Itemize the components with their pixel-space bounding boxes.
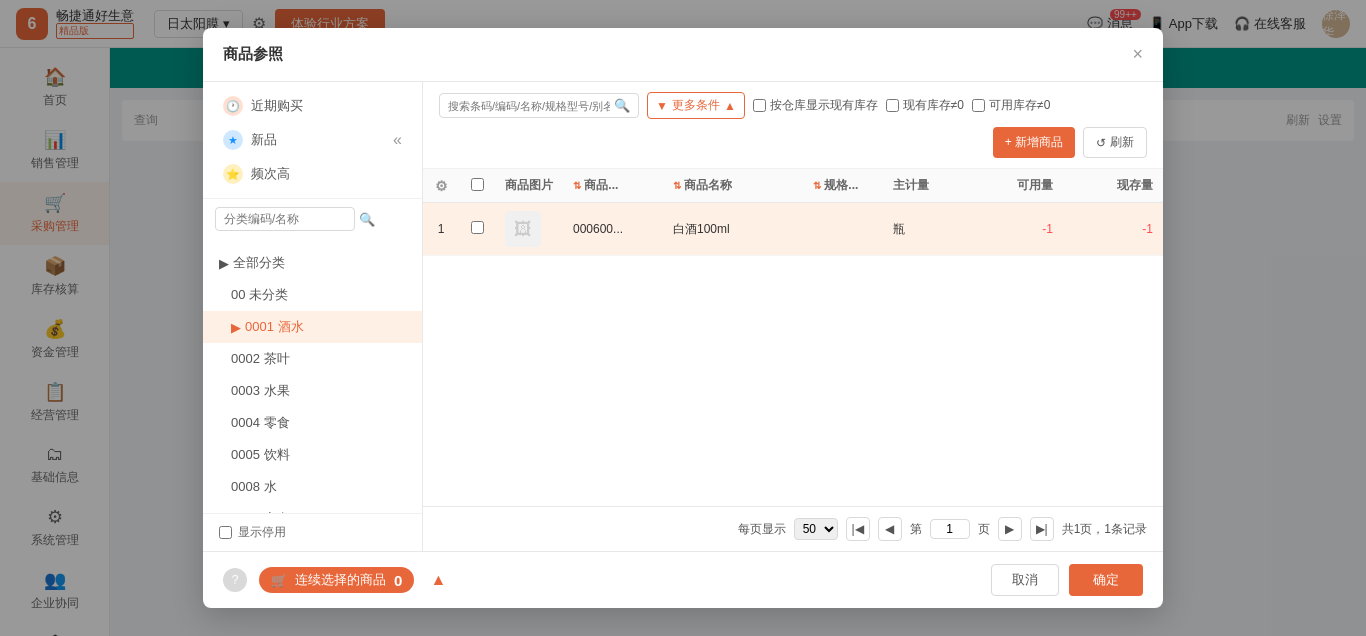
freq-icon: ⭐ bbox=[223, 164, 243, 184]
col-stock[interactable]: 现存量 bbox=[1063, 169, 1163, 203]
col-spec[interactable]: ⇅ 规格... bbox=[803, 169, 883, 203]
row-checkbox[interactable] bbox=[471, 221, 484, 234]
more-filter-button[interactable]: ▼ 更多条件 ▲ bbox=[647, 92, 745, 119]
table-header-row: ⚙ 商品图片 ⇅ 商品... bbox=[423, 169, 1163, 203]
new-icon: ★ bbox=[223, 130, 243, 150]
page-number-input[interactable] bbox=[930, 519, 970, 539]
table-row[interactable]: 1 🖼 000600... bbox=[423, 203, 1163, 256]
add-product-button[interactable]: + 新增商品 bbox=[993, 127, 1075, 158]
filter-icon: ▼ bbox=[656, 99, 668, 113]
col-image[interactable]: 商品图片 bbox=[495, 169, 563, 203]
search-icon[interactable]: 🔍 bbox=[614, 98, 630, 113]
category-all[interactable]: ▶ 全部分类 bbox=[203, 247, 422, 279]
refresh-icon: ↺ bbox=[1096, 136, 1106, 150]
refresh-button[interactable]: ↺ 刷新 bbox=[1083, 127, 1147, 158]
row-name-cell: 白酒100ml bbox=[663, 203, 803, 256]
cart-selection-area[interactable]: 🛒 连续选择的商品 0 bbox=[259, 567, 414, 593]
show-disabled-area: 显示停用 bbox=[203, 513, 422, 551]
modal-header: 商品参照 × bbox=[203, 28, 1163, 82]
confirm-button[interactable]: 确定 bbox=[1069, 564, 1143, 596]
col-name[interactable]: ⇅ 商品名称 bbox=[663, 169, 803, 203]
row-code-cell: 000600... bbox=[563, 203, 663, 256]
sort-icon-name: ⇅ bbox=[673, 180, 681, 191]
row-checkbox-cell bbox=[459, 203, 495, 256]
modal-title: 商品参照 bbox=[223, 45, 283, 64]
toolbar: 🔍 ▼ 更多条件 ▲ 按仓库显示现有库存 现有库存≠0 bbox=[423, 82, 1163, 169]
product-panel: 🔍 ▼ 更多条件 ▲ 按仓库显示现有库存 现有库存≠0 bbox=[423, 82, 1163, 551]
close-button[interactable]: × bbox=[1132, 44, 1143, 65]
product-modal: 商品参照 × 🕐 近期购买 ★ 新品 bbox=[203, 28, 1163, 608]
active-arrow-icon: ▶ bbox=[231, 320, 241, 335]
modal-footer: ? 🛒 连续选择的商品 0 ▲ 取消 确定 bbox=[203, 551, 1163, 608]
table-settings-icon[interactable]: ⚙ bbox=[435, 178, 448, 194]
help-icon[interactable]: ? bbox=[223, 568, 247, 592]
quick-item-freq[interactable]: ⭐ 频次高 bbox=[215, 158, 385, 190]
category-liquor[interactable]: ▶ 0001 酒水 bbox=[203, 311, 422, 343]
row-stock-cell: -1 bbox=[1063, 203, 1163, 256]
row-image-cell: 🖼 bbox=[495, 203, 563, 256]
cart-icon: 🛒 bbox=[271, 573, 287, 588]
category-appliance[interactable]: 0010 家电 bbox=[203, 503, 422, 513]
category-tea[interactable]: 0002 茶叶 bbox=[203, 343, 422, 375]
col-code[interactable]: ⇅ 商品... bbox=[563, 169, 663, 203]
collapse-panel-button[interactable]: « bbox=[385, 127, 410, 153]
quick-item-recent[interactable]: 🕐 近期购买 bbox=[215, 90, 385, 122]
sort-icon-spec: ⇅ bbox=[813, 180, 821, 191]
footer-right: 取消 确定 bbox=[991, 564, 1143, 596]
toolbar-right: + 新增商品 ↺ 刷新 bbox=[993, 127, 1147, 158]
recent-icon: 🕐 bbox=[223, 96, 243, 116]
sort-icon: ⇅ bbox=[573, 180, 581, 191]
checkbox-nonzero-stock[interactable]: 现有库存≠0 bbox=[886, 97, 964, 114]
row-unit-cell: 瓶 bbox=[883, 203, 963, 256]
cart-count: 0 bbox=[394, 572, 402, 589]
col-settings: ⚙ bbox=[423, 169, 459, 203]
row-spec-cell bbox=[803, 203, 883, 256]
row-index: 1 bbox=[423, 203, 459, 256]
category-fruit[interactable]: 0003 水果 bbox=[203, 375, 422, 407]
last-page-button[interactable]: ▶| bbox=[1030, 517, 1054, 541]
checkbox-available-nonzero[interactable]: 可用库存≠0 bbox=[972, 97, 1050, 114]
col-available[interactable]: 可用量 bbox=[963, 169, 1063, 203]
category-list: ▶ 全部分类 00 未分类 ▶ 0001 酒水 0002 茶叶 0003 水果 bbox=[203, 239, 422, 513]
chevron-up-icon: ▲ bbox=[724, 99, 736, 113]
cancel-button[interactable]: 取消 bbox=[991, 564, 1059, 596]
modal-overlay: 商品参照 × 🕐 近期购买 ★ 新品 bbox=[0, 0, 1366, 636]
category-search-area: 🔍 bbox=[203, 199, 422, 239]
first-page-button[interactable]: |◀ bbox=[846, 517, 870, 541]
row-available-cell: -1 bbox=[963, 203, 1063, 256]
next-page-button[interactable]: ▶ bbox=[998, 517, 1022, 541]
footer-left: ? 🛒 连续选择的商品 0 ▲ bbox=[223, 567, 450, 593]
prev-page-button[interactable]: ◀ bbox=[878, 517, 902, 541]
page-size-select[interactable]: 50 bbox=[794, 518, 838, 540]
quick-items-area: 🕐 近期购买 ★ 新品 ⭐ 频次高 « bbox=[203, 82, 422, 199]
show-disabled-checkbox[interactable] bbox=[219, 526, 232, 539]
pagination: 每页显示 50 |◀ ◀ 第 页 ▶ ▶| 共1页，1条记录 bbox=[423, 506, 1163, 551]
category-snacks[interactable]: 0004 零食 bbox=[203, 407, 422, 439]
category-search-icon[interactable]: 🔍 bbox=[359, 212, 375, 227]
product-table: ⚙ 商品图片 ⇅ 商品... bbox=[423, 169, 1163, 256]
total-info: 共1页，1条记录 bbox=[1062, 521, 1147, 538]
select-all-checkbox[interactable] bbox=[471, 178, 484, 191]
product-table-body: 1 🖼 000600... bbox=[423, 203, 1163, 256]
expand-arrow-icon: ▶ bbox=[219, 256, 229, 271]
product-search-input[interactable] bbox=[448, 100, 610, 112]
collapse-footer-button[interactable]: ▲ bbox=[426, 568, 450, 592]
col-unit[interactable]: 主计量 bbox=[883, 169, 963, 203]
product-table-wrapper: ⚙ 商品图片 ⇅ 商品... bbox=[423, 169, 1163, 506]
modal-body: 🕐 近期购买 ★ 新品 ⭐ 频次高 « bbox=[203, 82, 1163, 551]
quick-item-new[interactable]: ★ 新品 bbox=[215, 124, 385, 156]
category-panel: 🕐 近期购买 ★ 新品 ⭐ 频次高 « bbox=[203, 82, 423, 551]
category-water[interactable]: 0008 水 bbox=[203, 471, 422, 503]
product-search-box: 🔍 bbox=[439, 93, 639, 118]
product-thumbnail: 🖼 bbox=[505, 211, 541, 247]
category-drinks[interactable]: 0005 饮料 bbox=[203, 439, 422, 471]
category-search-input[interactable] bbox=[215, 207, 355, 231]
checkbox-warehouse-stock[interactable]: 按仓库显示现有库存 bbox=[753, 97, 878, 114]
category-uncategorized[interactable]: 00 未分类 bbox=[203, 279, 422, 311]
col-checkbox bbox=[459, 169, 495, 203]
